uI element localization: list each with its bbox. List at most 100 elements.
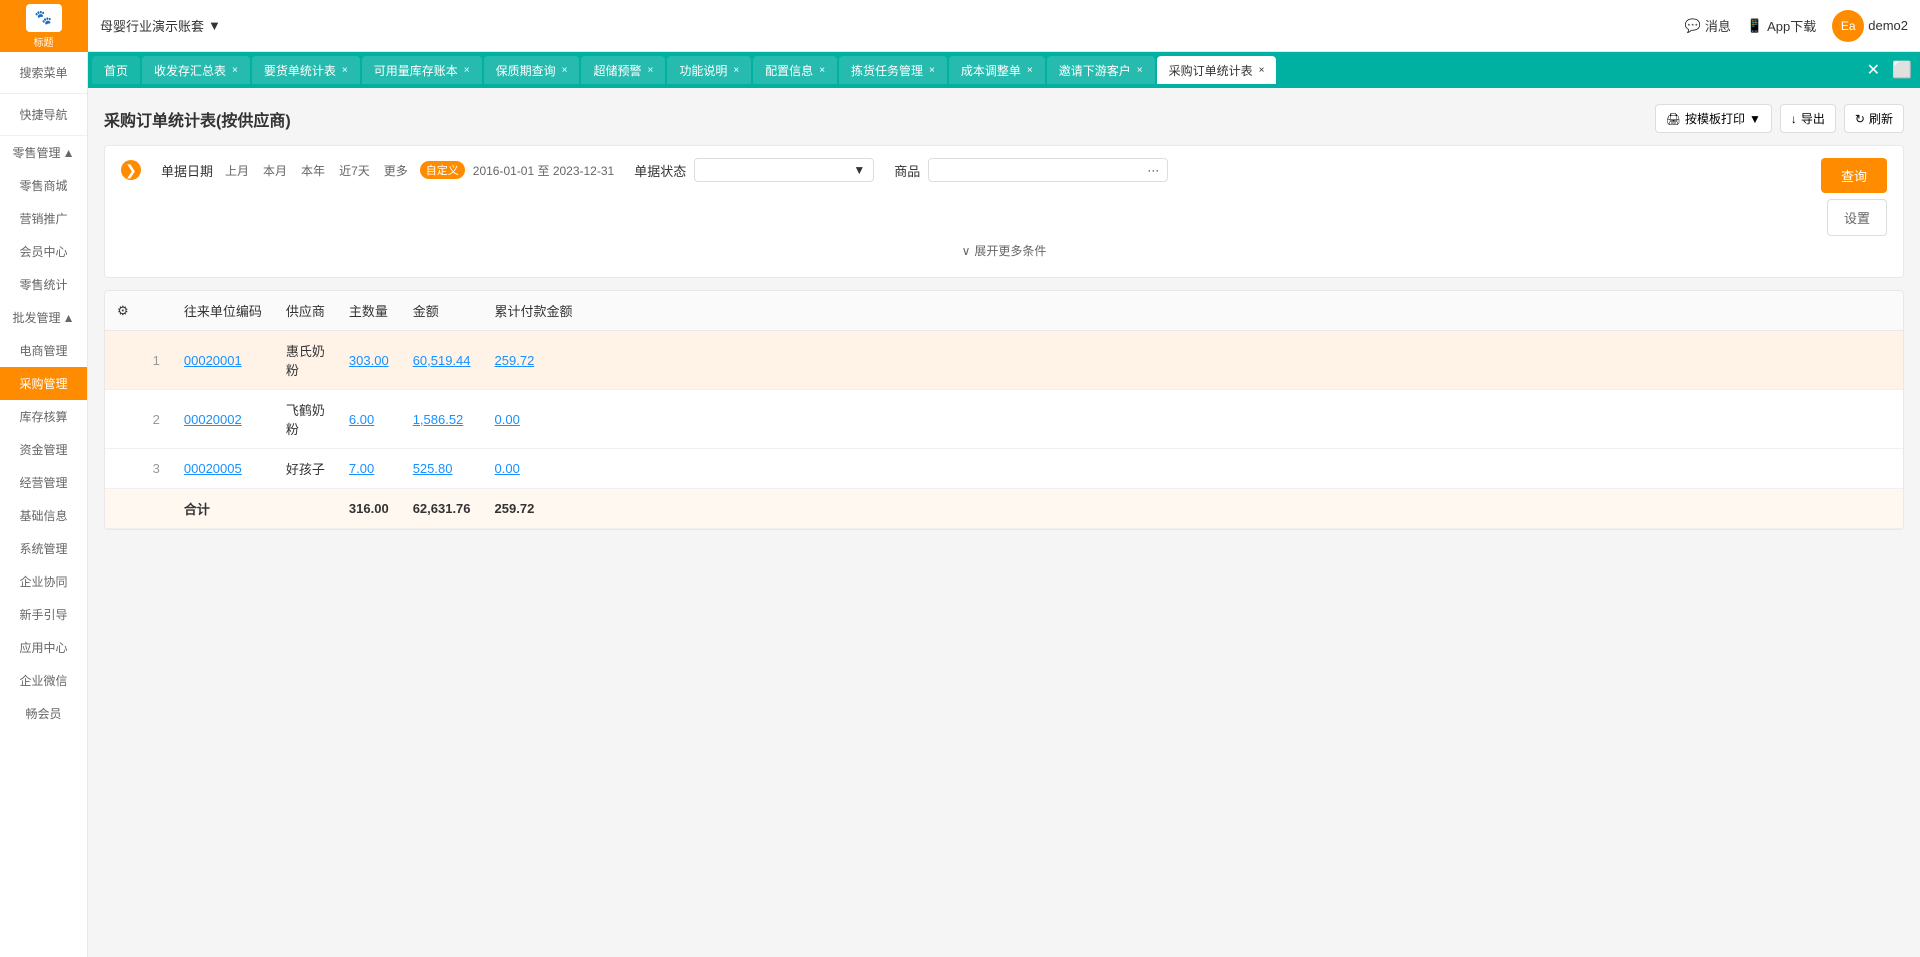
close-icon[interactable]: × <box>733 65 739 76</box>
td-unit-code: 00020005 <box>172 449 274 489</box>
unit-code-link[interactable]: 00020005 <box>184 461 242 476</box>
amount-link[interactable]: 525.80 <box>413 461 453 476</box>
close-icon[interactable]: × <box>1259 65 1265 76</box>
sidebar-item-basic-info[interactable]: 基础信息 <box>0 499 87 532</box>
sidebar-item-member[interactable]: 会员中心 <box>0 235 87 268</box>
table-row[interactable]: 1 00020001 惠氏奶粉 303.00 60,519.44 259.72 <box>105 331 1903 390</box>
unit-code-link[interactable]: 00020002 <box>184 412 242 427</box>
tab-order-stats[interactable]: 要货单统计表 × <box>252 56 360 84</box>
table-row[interactable]: 3 00020005 好孩子 7.00 525.80 0.00 <box>105 449 1903 489</box>
tab-pick-task[interactable]: 拣货任务管理 × <box>839 56 947 84</box>
user-name: demo2 <box>1868 18 1908 33</box>
quick-nav-button[interactable]: 快捷导航 <box>0 98 87 131</box>
sidebar-search-section[interactable]: 搜索菜单 <box>0 52 87 94</box>
paid-link[interactable]: 0.00 <box>495 412 520 427</box>
export-button[interactable]: ↓ 导出 <box>1780 104 1836 133</box>
sidebar-item-wechat[interactable]: 企业微信 <box>0 664 87 697</box>
sidebar-item-system[interactable]: 系统管理 <box>0 532 87 565</box>
sidebar-item-ecommerce[interactable]: 电商管理 <box>0 334 87 367</box>
sidebar-item-retail-stats[interactable]: 零售统计 <box>0 268 87 301</box>
expand-more-button[interactable]: ∨ 展开更多条件 <box>121 236 1887 265</box>
td-supplier: 好孩子 <box>274 449 337 489</box>
user-profile[interactable]: Ea demo2 <box>1832 10 1908 42</box>
sidebar-item-marketing[interactable]: 营销推广 <box>0 202 87 235</box>
query-button[interactable]: 查询 <box>1821 158 1887 193</box>
paid-link[interactable]: 259.72 <box>495 353 535 368</box>
tab-function-desc[interactable]: 功能说明 × <box>667 56 751 84</box>
paid-link[interactable]: 0.00 <box>495 461 520 476</box>
sidebar-item-operation[interactable]: 经营管理 <box>0 466 87 499</box>
date-filter-label: 单据日期 <box>161 161 213 180</box>
sidebar-item-enterprise[interactable]: 企业协同 <box>0 565 87 598</box>
tab-config[interactable]: 配置信息 × <box>753 56 837 84</box>
th-qty: 主数量 <box>337 291 401 331</box>
unit-code-link[interactable]: 00020001 <box>184 353 242 368</box>
table-row[interactable]: 2 00020002 飞鹤奶粉 6.00 1,586.52 0.00 <box>105 390 1903 449</box>
table-footer-row: 合计 316.00 62,631.76 259.72 <box>105 489 1903 529</box>
date-more[interactable]: 更多 <box>380 160 412 181</box>
quick-nav-section[interactable]: 快捷导航 <box>0 94 87 136</box>
tab-home[interactable]: 首页 <box>92 56 140 84</box>
setting-button[interactable]: 设置 <box>1827 199 1887 236</box>
nav-tabs: 首页 收发存汇总表 × 要货单统计表 × 可用量库存账本 × 保质期查询 × 超… <box>88 52 1920 88</box>
qty-link[interactable]: 7.00 <box>349 461 374 476</box>
sidebar-item-retail-mall[interactable]: 零售商城 <box>0 169 87 202</box>
date-last-month[interactable]: 上月 <box>221 160 253 181</box>
close-icon[interactable]: × <box>232 65 238 76</box>
tab-receive-summary[interactable]: 收发存汇总表 × <box>142 56 250 84</box>
sidebar-item-inventory[interactable]: 库存核算 <box>0 400 87 433</box>
close-icon[interactable]: × <box>929 65 935 76</box>
qty-link[interactable]: 6.00 <box>349 412 374 427</box>
tab-available-inventory[interactable]: 可用量库存账本 × <box>362 56 482 84</box>
account-dropdown[interactable]: 母婴行业演示账套 ▼ <box>100 16 221 35</box>
sidebar-item-member2[interactable]: 畅会员 <box>0 697 87 730</box>
sidebar-item-purchase[interactable]: 采购管理 <box>0 367 87 400</box>
sidebar-item-wholesale[interactable]: 批发管理 ▲ <box>0 301 87 334</box>
close-icon[interactable]: × <box>464 65 470 76</box>
goods-filter: 商品 ··· <box>894 158 1168 182</box>
td-amount: 1,586.52 <box>401 390 483 449</box>
filter-toggle-button[interactable]: ❯ <box>121 160 141 180</box>
close-icon[interactable]: × <box>562 65 568 76</box>
refresh-button[interactable]: ↻ 刷新 <box>1844 104 1904 133</box>
td-footer-extra <box>585 489 1903 529</box>
date-last-7days[interactable]: 近7天 <box>335 160 374 181</box>
tab-purchase-order-stats[interactable]: 采购订单统计表 × <box>1157 56 1277 84</box>
maximize-tab-button[interactable]: ⬜ <box>1888 56 1916 84</box>
tab-cost-adjust[interactable]: 成本调整单 × <box>949 56 1045 84</box>
topbar-left: 母婴行业演示账套 ▼ <box>100 16 221 35</box>
table-body: 1 00020001 惠氏奶粉 303.00 60,519.44 259.72 … <box>105 331 1903 489</box>
amount-link[interactable]: 60,519.44 <box>413 353 471 368</box>
td-supplier: 飞鹤奶粉 <box>274 390 337 449</box>
close-icon[interactable]: × <box>1027 65 1033 76</box>
close-icon[interactable]: × <box>1137 65 1143 76</box>
sidebar-item-finance[interactable]: 资金管理 <box>0 433 87 466</box>
date-custom-badge[interactable]: 自定义 <box>420 161 465 179</box>
date-this-year[interactable]: 本年 <box>297 160 329 181</box>
close-tab-button[interactable]: ✕ <box>1863 56 1884 84</box>
dropdown-icon: ▼ <box>208 18 221 33</box>
sidebar-item-retail-mgmt[interactable]: 零售管理 ▲ <box>0 136 87 169</box>
print-button[interactable]: 🖨 按模板打印 ▼ <box>1655 104 1772 133</box>
message-button[interactable]: 💬 消息 <box>1685 16 1731 35</box>
goods-input[interactable]: ··· <box>928 158 1168 182</box>
close-icon[interactable]: × <box>342 65 348 76</box>
search-menu-button[interactable]: 搜索菜单 <box>0 60 87 85</box>
account-name: 母婴行业演示账套 <box>100 16 204 35</box>
date-this-month[interactable]: 本月 <box>259 160 291 181</box>
tab-expiry[interactable]: 保质期查询 × <box>484 56 580 84</box>
amount-link[interactable]: 1,586.52 <box>413 412 464 427</box>
sidebar-item-app-center[interactable]: 应用中心 <box>0 631 87 664</box>
sidebar-item-newbie[interactable]: 新手引导 <box>0 598 87 631</box>
tab-invite-downstream[interactable]: 邀请下游客户 × <box>1047 56 1155 84</box>
close-icon[interactable]: × <box>647 65 653 76</box>
qty-link[interactable]: 303.00 <box>349 353 389 368</box>
tab-overstock[interactable]: 超储预警 × <box>581 56 665 84</box>
th-gear[interactable]: ⚙ <box>105 291 141 331</box>
tab-label: 可用量库存账本 <box>374 62 458 79</box>
nav-tabs-actions: ✕ ⬜ <box>1863 56 1916 84</box>
th-amount: 金额 <box>401 291 483 331</box>
close-icon[interactable]: × <box>819 65 825 76</box>
app-download-button[interactable]: 📱 App下载 <box>1747 16 1816 35</box>
status-select[interactable]: ▼ <box>694 158 874 182</box>
